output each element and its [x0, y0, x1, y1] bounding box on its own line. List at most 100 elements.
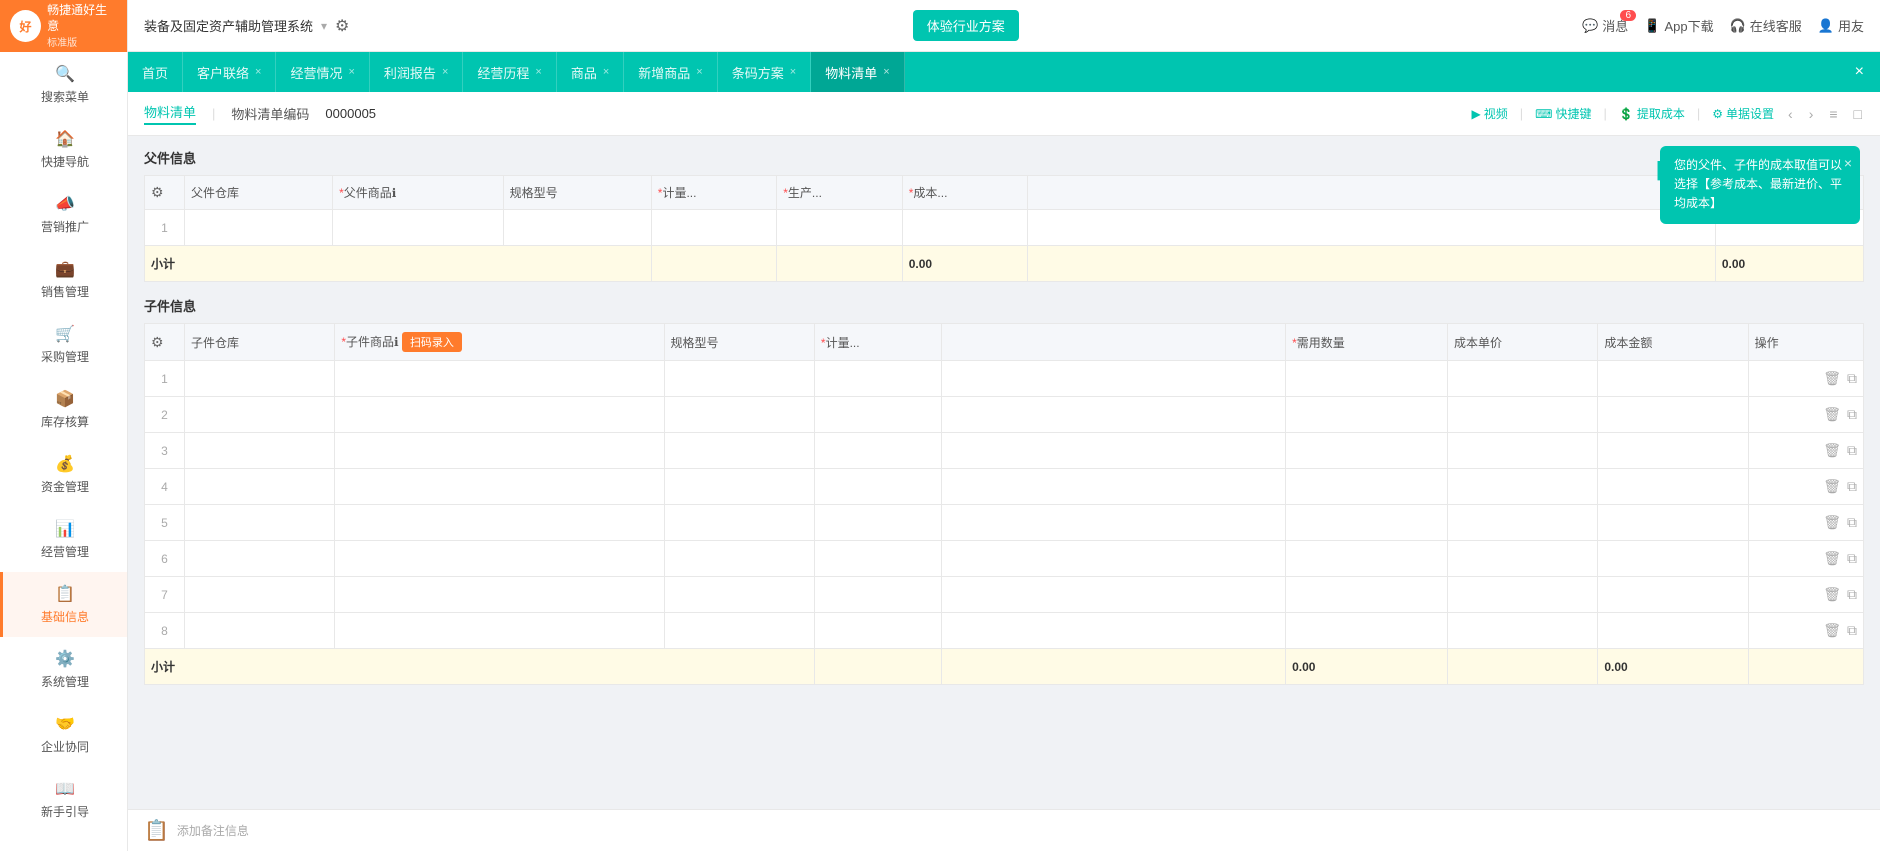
tab-close-icon[interactable]: ×	[442, 66, 448, 78]
child-warehouse-cell[interactable]	[185, 613, 335, 649]
child-product-cell[interactable]	[335, 613, 664, 649]
parent-cost-cell[interactable]	[902, 210, 1027, 246]
child-quantity-cell[interactable]	[1286, 433, 1448, 469]
child-product-cell[interactable]	[335, 541, 664, 577]
child-unit-cell[interactable]	[814, 577, 941, 613]
child-product-cell[interactable]	[335, 433, 664, 469]
child-warehouse-cell[interactable]	[185, 505, 335, 541]
child-product-cell[interactable]	[335, 361, 664, 397]
tab-close-icon[interactable]: ×	[790, 66, 796, 78]
tab-history[interactable]: 经营历程 ×	[463, 52, 556, 92]
copy-icon[interactable]: ⧉	[1847, 478, 1857, 495]
parent-spec-cell[interactable]	[503, 210, 651, 246]
view-video-btn[interactable]: ▶ 视频	[1472, 105, 1508, 122]
single-setting-btn[interactable]: ⚙ 单据设置	[1712, 105, 1774, 122]
tab-product[interactable]: 商品 ×	[557, 52, 624, 92]
breadcrumb-bom[interactable]: 物料清单	[144, 102, 196, 125]
tab-home[interactable]: 首页	[128, 52, 183, 92]
close-all-icon[interactable]: ×	[1847, 63, 1872, 80]
child-warehouse-cell[interactable]	[185, 433, 335, 469]
child-unit-cell[interactable]	[814, 397, 941, 433]
child-unit-cost-cell[interactable]	[1447, 397, 1597, 433]
sidebar-item-guide[interactable]: 📖 新手引导	[0, 767, 127, 832]
sidebar-item-inventory[interactable]: 📦 库存核算	[0, 377, 127, 442]
delete-icon[interactable]: 🗑	[1823, 406, 1841, 423]
child-spec-cell[interactable]	[664, 361, 814, 397]
child-quantity-cell[interactable]	[1286, 397, 1448, 433]
child-unit-cell[interactable]	[814, 469, 941, 505]
child-unit-cell[interactable]	[814, 541, 941, 577]
delete-icon[interactable]: 🗑	[1823, 622, 1841, 639]
child-quantity-cell[interactable]	[1286, 361, 1448, 397]
child-spec-cell[interactable]	[664, 469, 814, 505]
tab-close-icon[interactable]: ×	[696, 66, 702, 78]
sidebar-item-basic[interactable]: 📋 基础信息	[0, 572, 127, 637]
sidebar-item-sales[interactable]: 💼 销售管理	[0, 247, 127, 312]
list-view-icon[interactable]: ≡	[1827, 106, 1839, 122]
child-unit-cell[interactable]	[814, 505, 941, 541]
parent-unit-cell[interactable]	[651, 210, 776, 246]
child-quantity-cell[interactable]	[1286, 469, 1448, 505]
copy-icon[interactable]: ⧉	[1847, 514, 1857, 531]
child-unit-cost-cell[interactable]	[1447, 361, 1597, 397]
trial-button[interactable]: 体验行业方案	[913, 10, 1019, 41]
scan-btn[interactable]: 扫码录入	[402, 332, 462, 352]
sidebar-item-operation[interactable]: 📊 经营管理	[0, 507, 127, 572]
child-warehouse-cell[interactable]	[185, 577, 335, 613]
child-quantity-cell[interactable]	[1286, 505, 1448, 541]
extract-cost-btn[interactable]: 💲 提取成本	[1619, 105, 1685, 122]
tab-close-icon[interactable]: ×	[348, 66, 354, 78]
parent-production-cell[interactable]	[777, 210, 902, 246]
child-spec-cell[interactable]	[664, 613, 814, 649]
copy-icon[interactable]: ⧉	[1847, 622, 1857, 639]
copy-icon[interactable]: ⧉	[1847, 370, 1857, 387]
tab-operation[interactable]: 经营情况 ×	[276, 52, 369, 92]
sidebar-item-purchase[interactable]: 🛒 采购管理	[0, 312, 127, 377]
child-product-cell[interactable]	[335, 469, 664, 505]
sidebar-item-system[interactable]: ⚙️ 系统管理	[0, 637, 127, 702]
child-spec-cell[interactable]	[664, 541, 814, 577]
delete-icon[interactable]: 🗑	[1823, 586, 1841, 603]
child-quantity-cell[interactable]	[1286, 577, 1448, 613]
child-product-cell[interactable]	[335, 397, 664, 433]
child-quantity-cell[interactable]	[1286, 541, 1448, 577]
child-unit-cost-cell[interactable]	[1447, 613, 1597, 649]
message-badge[interactable]: 💬 消息 6	[1582, 16, 1628, 35]
note-text[interactable]: 添加备注信息	[177, 822, 249, 839]
parent-warehouse-cell[interactable]	[185, 210, 333, 246]
delete-icon[interactable]: 🗑	[1823, 550, 1841, 567]
tab-profit[interactable]: 利润报告 ×	[370, 52, 463, 92]
tab-new-product[interactable]: 新增商品 ×	[624, 52, 717, 92]
tab-customer[interactable]: 客户联络 ×	[183, 52, 276, 92]
child-spec-cell[interactable]	[664, 577, 814, 613]
app-download-link[interactable]: 📱 App下载	[1644, 16, 1713, 35]
delete-icon[interactable]: 🗑	[1823, 514, 1841, 531]
sidebar-item-search[interactable]: 🔍 搜索菜单	[0, 52, 127, 117]
child-warehouse-cell[interactable]	[185, 361, 335, 397]
parent-gear-icon[interactable]: ⚙	[151, 184, 164, 200]
tab-bom[interactable]: 物料清单 ×	[811, 52, 904, 92]
copy-icon[interactable]: ⧉	[1847, 550, 1857, 567]
sidebar-item-finance[interactable]: 💰 资金管理	[0, 442, 127, 507]
sidebar-item-quick-nav[interactable]: 🏠 快捷导航	[0, 117, 127, 182]
sidebar-item-enterprise[interactable]: 🤝 企业协同	[0, 702, 127, 767]
tabs-close-all[interactable]: ×	[1847, 63, 1880, 81]
child-unit-cost-cell[interactable]	[1447, 541, 1597, 577]
delete-icon[interactable]: 🗑	[1823, 478, 1841, 495]
parent-product-cell[interactable]	[333, 210, 504, 246]
child-unit-cell[interactable]	[814, 613, 941, 649]
online-service-link[interactable]: 🎧 在线客服	[1730, 16, 1802, 35]
tab-barcode[interactable]: 条码方案 ×	[718, 52, 811, 92]
child-unit-cost-cell[interactable]	[1447, 577, 1597, 613]
child-product-cell[interactable]	[335, 577, 664, 613]
child-unit-cell[interactable]	[814, 433, 941, 469]
prev-arrow-icon[interactable]: ‹	[1786, 106, 1795, 122]
child-spec-cell[interactable]	[664, 505, 814, 541]
child-gear-icon[interactable]: ⚙	[151, 334, 164, 350]
copy-icon[interactable]: ⧉	[1847, 442, 1857, 459]
child-unit-cell[interactable]	[814, 361, 941, 397]
child-warehouse-cell[interactable]	[185, 397, 335, 433]
tab-close-icon[interactable]: ×	[883, 66, 889, 78]
expand-icon[interactable]: □	[1852, 106, 1864, 122]
sidebar-item-marketing[interactable]: 📣 营销推广	[0, 182, 127, 247]
